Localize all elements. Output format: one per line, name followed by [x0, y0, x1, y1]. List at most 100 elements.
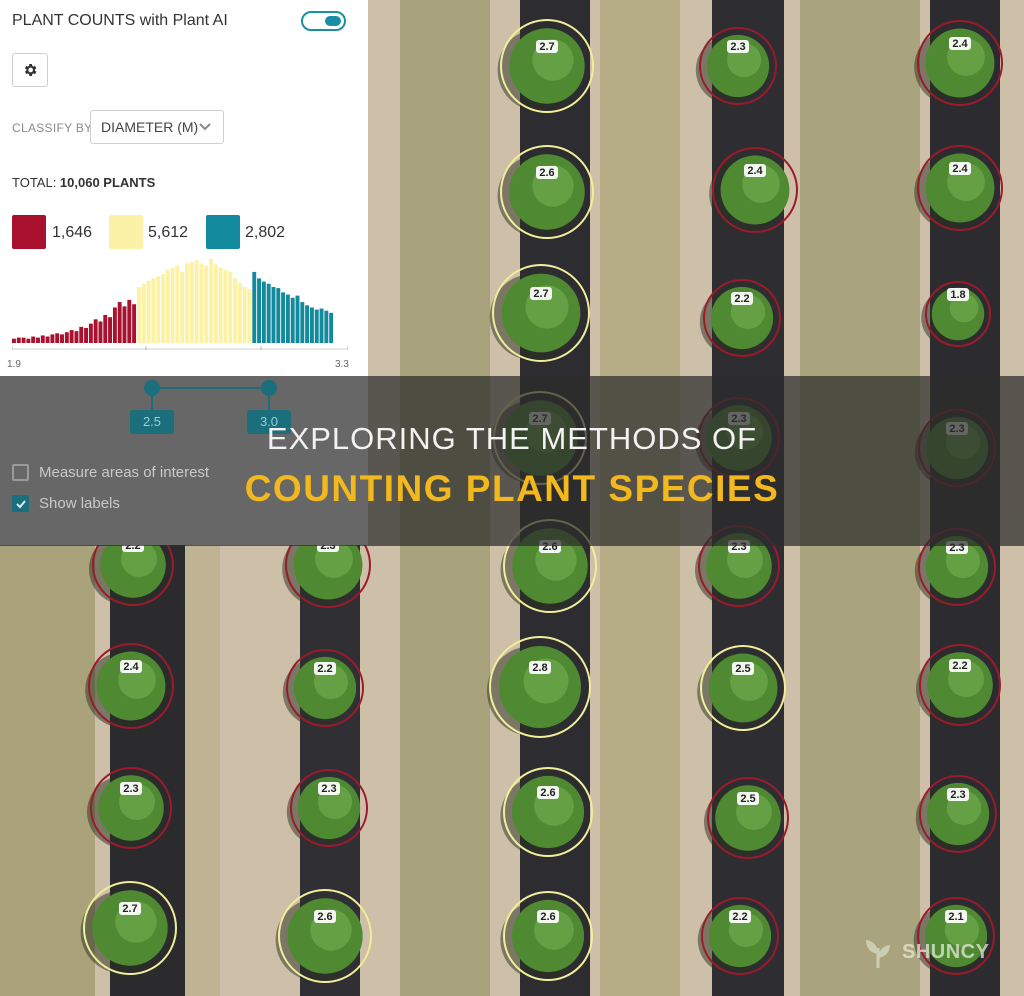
histogram-axis-max: 3.3 — [335, 359, 349, 370]
range-slider-low-handle[interactable] — [144, 380, 160, 396]
histogram-bar — [21, 337, 26, 343]
plant-diameter-label: 2.3 — [730, 41, 745, 53]
plant-diameter-label: 2.3 — [123, 783, 138, 795]
histogram-bar — [26, 338, 31, 343]
histogram-bar — [69, 330, 74, 343]
classify-by-select[interactable]: DIAMETER (M) — [90, 110, 224, 144]
plant-diameter-label: 2.4 — [952, 163, 968, 175]
histogram-bar — [257, 278, 262, 343]
chevron-down-icon — [199, 123, 211, 131]
plant-diameter-label: 2.3 — [950, 789, 965, 801]
histogram-bar — [45, 336, 50, 343]
histogram-bar — [300, 302, 305, 343]
headline-line-1: EXPLORING THE METHODS OF — [266, 421, 758, 456]
histogram-bar — [98, 321, 103, 343]
histogram-bar — [223, 269, 228, 343]
plant-diameter-label: 2.5 — [735, 663, 750, 675]
histogram-bar — [228, 271, 233, 343]
histogram-bar — [36, 337, 40, 343]
histogram-bar — [324, 310, 329, 343]
histogram-bar — [237, 282, 242, 343]
histogram-bar — [329, 312, 334, 343]
histogram-bar — [247, 289, 252, 343]
histogram-bar — [242, 287, 247, 343]
histogram-bar — [271, 287, 276, 343]
histogram-bar — [12, 338, 16, 343]
histogram-bar — [309, 307, 314, 343]
histogram-bar — [136, 287, 141, 343]
histogram-bar — [84, 327, 88, 343]
plant-diameter-label: 2.6 — [540, 787, 555, 799]
settings-button[interactable] — [12, 53, 48, 87]
histogram-bar — [305, 305, 310, 343]
histogram-bar — [151, 278, 156, 343]
histogram-bar — [156, 276, 161, 343]
range-high-stem — [268, 396, 270, 410]
histogram-bar — [281, 292, 286, 343]
histogram-bar — [295, 295, 300, 343]
range-slider-track[interactable] — [152, 387, 269, 389]
plant-diameter-label: 2.2 — [952, 660, 967, 672]
headline-line-2: COUNTING PLANT SPECIES — [244, 468, 780, 509]
plant-diameter-label: 2.7 — [122, 903, 137, 915]
histogram-bar — [314, 309, 319, 343]
histogram-bar — [185, 263, 189, 343]
histogram-bar — [276, 288, 281, 343]
plant-diameter-label: 2.6 — [540, 911, 555, 923]
histogram-bar — [213, 264, 218, 343]
histogram-bar — [88, 323, 93, 343]
histogram-bar — [218, 267, 223, 343]
category-swatch-high[interactable] — [206, 215, 240, 249]
histogram-bar — [146, 280, 151, 343]
histogram-bar — [55, 333, 60, 343]
range-slider-high-handle[interactable] — [261, 380, 277, 396]
leaf-logo-icon — [866, 940, 890, 968]
histogram-bar — [194, 260, 199, 343]
classify-by-label: CLASSIFY BY — [12, 121, 93, 135]
plant-diameter-label: 2.7 — [539, 41, 554, 53]
histogram-bar — [60, 334, 64, 343]
histogram-bar — [160, 274, 165, 343]
category-swatch-mid[interactable] — [109, 215, 143, 249]
watermark-text: SHUNCY — [902, 940, 990, 963]
plant-diameter-label: 2.4 — [952, 38, 968, 50]
plant-diameter-label: 2.2 — [734, 293, 749, 305]
histogram-bar — [199, 263, 204, 343]
histogram-bar — [233, 278, 237, 343]
plant-diameter-label: 2.8 — [532, 662, 547, 674]
histogram-bar — [165, 269, 170, 343]
histogram-bar — [40, 335, 45, 343]
histogram-bar — [16, 337, 21, 343]
histogram-bar — [122, 306, 127, 343]
histogram-bar — [266, 283, 271, 343]
histogram-bar — [290, 297, 295, 343]
plant-ai-toggle[interactable] — [301, 11, 346, 31]
histogram-bar — [261, 281, 266, 343]
histogram-bar — [93, 319, 98, 343]
histogram-bar — [74, 331, 79, 343]
histogram-bar — [204, 265, 209, 343]
histogram-bar — [112, 307, 117, 343]
histogram-bar — [64, 332, 69, 343]
category-swatch-low[interactable] — [12, 215, 46, 249]
total-value: 10,060 PLANTS — [59, 175, 156, 190]
histogram-bar — [103, 315, 108, 343]
plant-diameter-label: 2.4 — [747, 165, 763, 177]
plant-diameter-label: 2.4 — [123, 661, 139, 673]
category-count-high: 2,802 — [245, 224, 286, 241]
histogram-bar — [180, 271, 185, 343]
plant-diameter-label: 2.7 — [533, 288, 548, 300]
histogram-bar — [319, 308, 324, 343]
histogram-bar — [170, 267, 175, 343]
histogram-bar — [79, 326, 84, 343]
histogram-bar — [127, 299, 132, 343]
plant-diameter-label: 2.3 — [321, 783, 336, 795]
histogram-bar — [141, 283, 146, 343]
histogram-bar — [31, 336, 36, 343]
diameter-histogram — [12, 259, 348, 350]
histogram-axis-min: 1.9 — [7, 359, 21, 370]
plant-diameter-label: 2.6 — [539, 167, 554, 179]
panel-title: PLANT COUNTS with Plant AI — [12, 12, 228, 29]
plant-diameter-label: 2.5 — [740, 793, 755, 805]
histogram-bar — [175, 265, 180, 343]
